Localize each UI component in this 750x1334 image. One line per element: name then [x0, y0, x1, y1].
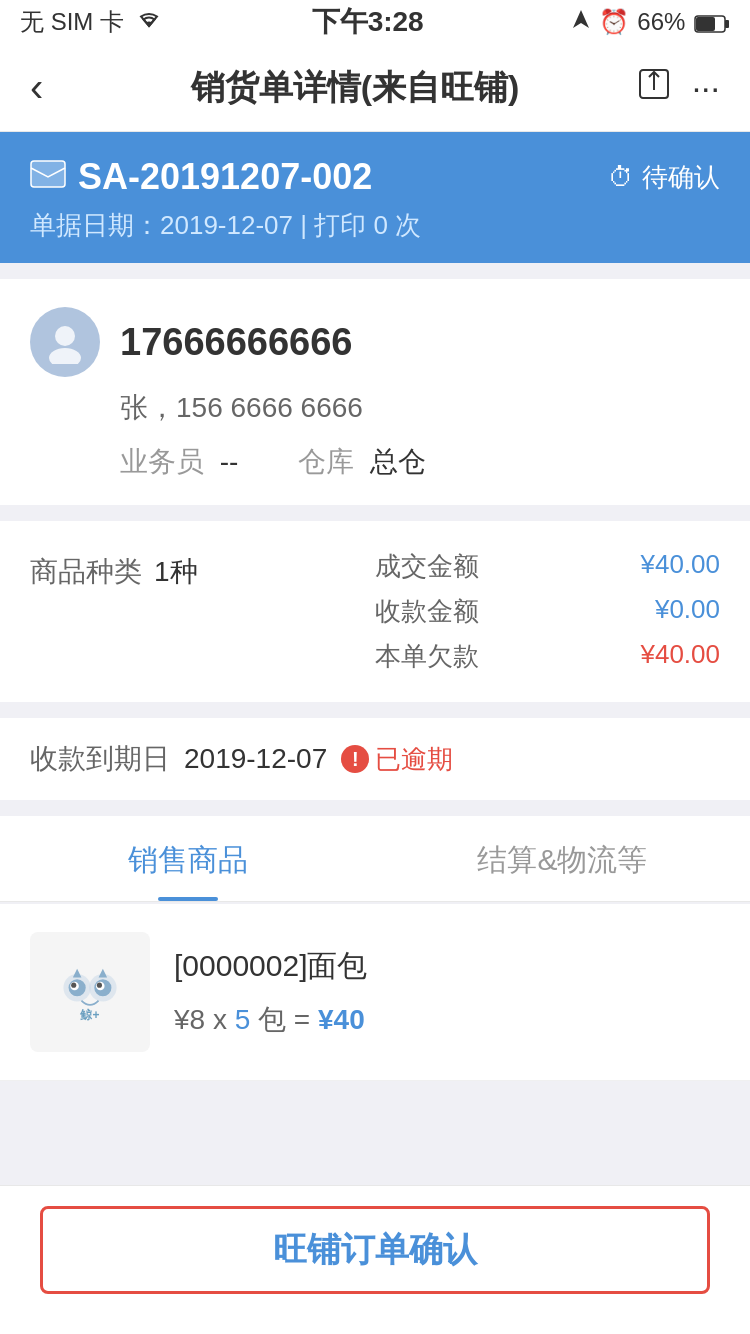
- order-id: SA-20191207-002: [30, 156, 372, 198]
- multiply-sign: x: [213, 1004, 235, 1035]
- due-date-value: 2019-12-07: [184, 743, 327, 775]
- wifi-icon: [134, 8, 164, 36]
- salesman-value: --: [220, 446, 239, 477]
- due-date-label: 收款到期日: [30, 740, 170, 778]
- warehouse-value: 总仓: [370, 446, 426, 477]
- tab-products[interactable]: 销售商品: [0, 816, 375, 901]
- tab-settlement[interactable]: 结算&物流等: [375, 816, 750, 901]
- svg-text:鲸+: 鲸+: [79, 1008, 99, 1022]
- product-list: 鲸+ [0000002]面包 ¥8 x 5 包 = ¥40: [0, 904, 750, 1081]
- customer-meta: 业务员 -- 仓库 总仓: [120, 443, 720, 481]
- order-banner-top: SA-20191207-002 ⏱ 待确认: [30, 156, 720, 198]
- alarm-icon: ⏰: [599, 8, 629, 36]
- share-icon[interactable]: [636, 66, 672, 110]
- product-thumbnail: 鲸+: [30, 932, 150, 1052]
- customer-name: 张，156 6666 6666: [120, 389, 720, 427]
- customer-top: 17666666666: [30, 307, 720, 377]
- status-bar: 无 SIM 卡 下午3:28 ⏰ 66%: [0, 0, 750, 44]
- amount-value-0: ¥40.00: [640, 549, 720, 584]
- overdue-text: 已逾期: [375, 742, 453, 777]
- more-icon[interactable]: ···: [692, 68, 720, 107]
- product-type-label: 商品种类: [30, 553, 142, 591]
- svg-point-5: [55, 326, 75, 346]
- bottom-bar: 旺铺订单确认: [0, 1185, 750, 1334]
- product-info: [0000002]面包 ¥8 x 5 包 = ¥40: [174, 946, 720, 1039]
- product-item: 鲸+ [0000002]面包 ¥8 x 5 包 = ¥40: [0, 904, 750, 1081]
- svg-rect-1: [725, 20, 729, 28]
- customer-card: 17666666666 张，156 6666 6666 业务员 -- 仓库 总仓: [0, 279, 750, 505]
- product-unit: 包: [258, 1004, 286, 1035]
- tabs-container: 销售商品 结算&物流等: [0, 816, 750, 902]
- nav-bar: ‹ 销货单详情(来自旺铺) ···: [0, 44, 750, 132]
- amount-label-1: 收款金额: [375, 594, 479, 629]
- salesman-label: 业务员: [120, 446, 204, 477]
- svg-point-14: [97, 983, 102, 988]
- gps-icon: [571, 8, 591, 36]
- carrier-text: 无 SIM 卡: [20, 6, 124, 38]
- svg-point-13: [71, 983, 76, 988]
- order-status: ⏱ 待确认: [608, 160, 720, 195]
- product-price-line: ¥8 x 5 包 = ¥40: [174, 1001, 720, 1039]
- customer-avatar: [30, 307, 100, 377]
- product-price: ¥8: [174, 1004, 205, 1035]
- customer-phone: 17666666666: [120, 321, 352, 364]
- product-name: [0000002]面包: [174, 946, 720, 987]
- amount-value-1: ¥0.00: [655, 594, 720, 629]
- summary-card: 商品种类 1种 成交金额 ¥40.00 收款金额 ¥0.00 本单欠款 ¥40.…: [0, 521, 750, 702]
- amount-label-0: 成交金额: [375, 549, 479, 584]
- overdue-badge: ! 已逾期: [341, 742, 453, 777]
- order-banner: SA-20191207-002 ⏱ 待确认 单据日期：2019-12-07 | …: [0, 132, 750, 263]
- amount-label-2: 本单欠款: [375, 639, 479, 674]
- amount-row-2: 本单欠款 ¥40.00: [375, 639, 720, 674]
- product-total: ¥40: [318, 1004, 365, 1035]
- product-qty: 5: [235, 1004, 251, 1035]
- clock-icon: ⏱: [608, 162, 634, 193]
- back-button[interactable]: ‹: [30, 65, 90, 110]
- order-icon: [30, 160, 66, 195]
- battery-text: 66%: [637, 8, 730, 36]
- due-date-card: 收款到期日 2019-12-07 ! 已逾期: [0, 718, 750, 800]
- page-title: 销货单详情(来自旺铺): [90, 65, 620, 111]
- salesman-field: 业务员 --: [120, 443, 238, 481]
- equals-sign: =: [294, 1004, 318, 1035]
- amount-row-1: 收款金额 ¥0.00: [375, 594, 720, 629]
- confirm-button[interactable]: 旺铺订单确认: [40, 1206, 710, 1294]
- nav-actions: ···: [620, 66, 720, 110]
- svg-rect-4: [31, 161, 65, 187]
- warehouse-field: 仓库 总仓: [298, 443, 426, 481]
- warehouse-label: 仓库: [298, 446, 354, 477]
- svg-point-6: [49, 348, 81, 364]
- order-date-line: 单据日期：2019-12-07 | 打印 0 次: [30, 208, 720, 243]
- status-time: 下午3:28: [312, 3, 424, 41]
- status-right: ⏰ 66%: [571, 8, 730, 36]
- overdue-icon: !: [341, 745, 369, 773]
- amount-value-2: ¥40.00: [640, 639, 720, 674]
- amount-row-0: 成交金额 ¥40.00: [375, 549, 720, 584]
- status-left: 无 SIM 卡: [20, 6, 164, 38]
- product-type-value: 1种: [154, 553, 198, 591]
- svg-rect-2: [696, 17, 715, 31]
